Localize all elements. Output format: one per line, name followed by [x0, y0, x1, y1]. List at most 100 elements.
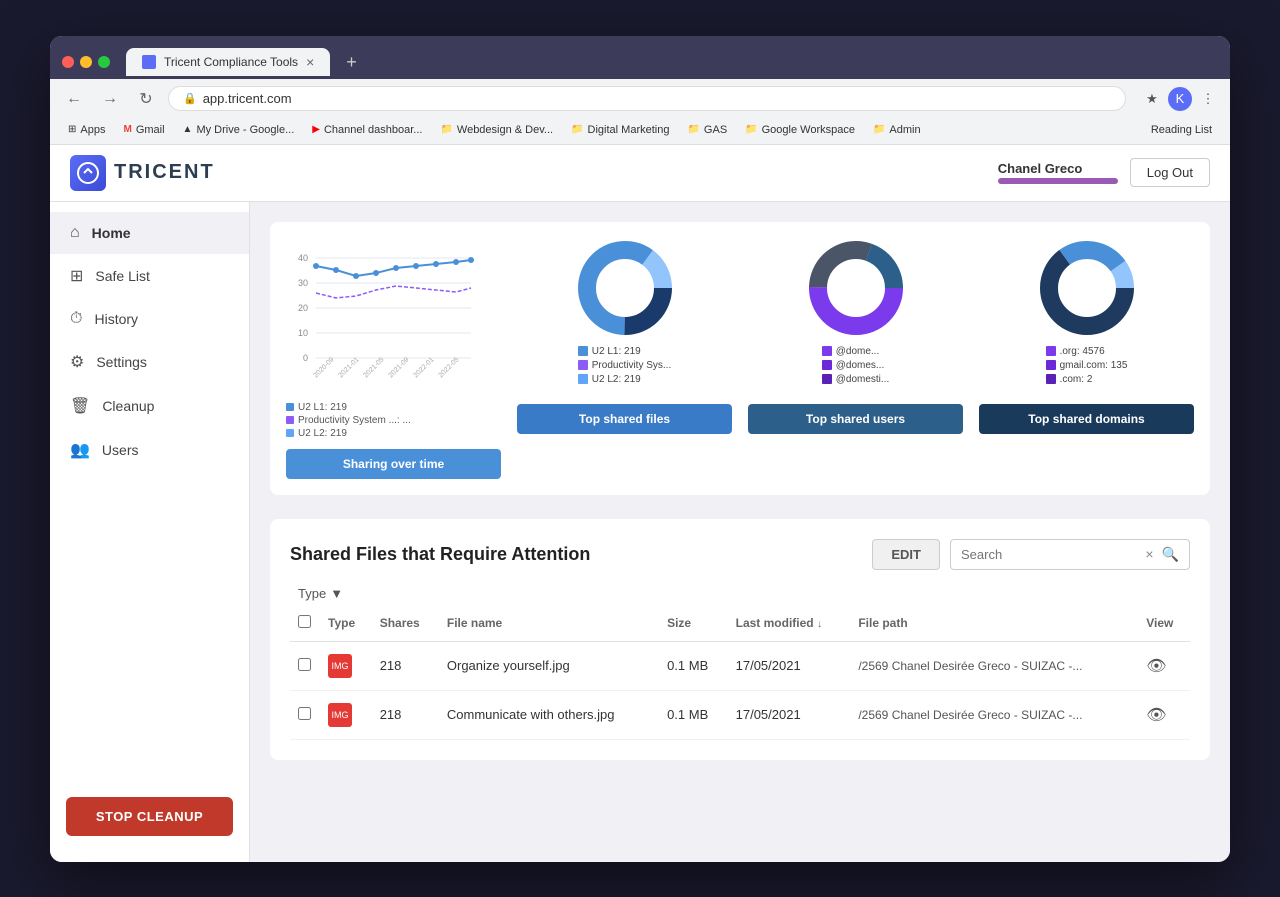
logout-button[interactable]: Log Out — [1130, 158, 1210, 187]
sidebar-item-settings[interactable]: ⚙ Settings — [50, 340, 249, 384]
type-filter[interactable]: Type ▼ — [290, 582, 1190, 605]
main-content: 40 30 20 10 0 — [250, 202, 1230, 862]
home-icon: ⌂ — [70, 224, 80, 242]
line-chart-container: 40 30 20 10 0 — [286, 238, 501, 479]
browser-tab[interactable]: Tricent Compliance Tools × — [126, 48, 330, 76]
bookmark-digitalmarketing[interactable]: 📁 Digital Marketing — [563, 122, 677, 138]
header-right: Chanel Greco Log Out — [998, 158, 1210, 187]
table-controls: EDIT × 🔍 — [872, 539, 1190, 570]
top-shared-users-button[interactable]: Top shared users — [748, 404, 963, 434]
traffic-light-green[interactable] — [98, 56, 110, 68]
edit-button[interactable]: EDIT — [872, 539, 940, 570]
view-button-1[interactable]: 👁 — [1146, 656, 1166, 676]
bookmarks-bar: ⊞ Apps M Gmail ▲ My Drive - Google... ▶ … — [50, 119, 1230, 145]
traffic-light-yellow[interactable] — [80, 56, 92, 68]
bookmark-icon[interactable]: ★ — [1140, 87, 1164, 111]
filename-2: Communicate with others.jpg — [439, 690, 659, 739]
bookmark-gmail[interactable]: M Gmail — [115, 122, 172, 138]
search-input[interactable] — [961, 547, 1137, 562]
lock-icon: 🔒 — [183, 92, 197, 105]
tab-title: Tricent Compliance Tools — [164, 55, 298, 69]
sidebar-item-safelist[interactable]: ⊞ Safe List — [50, 254, 249, 298]
sidebar-item-home[interactable]: ⌂ Home — [50, 212, 249, 254]
back-button[interactable]: ← — [60, 85, 88, 113]
sidebar-item-history[interactable]: ⏱ History — [50, 298, 249, 340]
files-legend: U2 L1: 219 Productivity Sys... U2 L2: 21… — [578, 346, 671, 388]
svg-text:0: 0 — [303, 353, 308, 363]
svg-text:2022-01: 2022-01 — [412, 356, 435, 379]
svg-text:2020-09: 2020-09 — [312, 356, 335, 379]
line-chart-legend: U2 L1: 219 Productivity System ...: ... … — [286, 402, 501, 439]
profile-icon[interactable]: K — [1168, 87, 1192, 111]
logo-icon — [70, 155, 106, 191]
col-shares: Shares — [372, 605, 439, 642]
sidebar-label-settings: Settings — [96, 354, 147, 370]
bookmark-mydrive[interactable]: ▲ My Drive - Google... — [175, 122, 303, 138]
table-row: IMG 218 Communicate with others.jpg 0.1 … — [290, 690, 1190, 739]
logo-text: TRICENT — [114, 161, 215, 184]
table-title: Shared Files that Require Attention — [290, 544, 590, 565]
shares-2: 218 — [372, 690, 439, 739]
new-tab-button[interactable]: + — [338, 46, 365, 79]
bookmark-googleworkspace[interactable]: 📁 Google Workspace — [737, 122, 863, 138]
svg-text:2021-09: 2021-09 — [387, 356, 410, 379]
file-type-icon-1: IMG — [328, 654, 352, 678]
sidebar-label-safelist: Safe List — [95, 268, 149, 284]
top-shared-files-button[interactable]: Top shared files — [517, 404, 732, 434]
view-button-2[interactable]: 👁 — [1146, 705, 1166, 725]
svg-text:20: 20 — [298, 303, 308, 313]
tab-favicon — [142, 55, 156, 69]
table-section: Shared Files that Require Attention EDIT… — [270, 519, 1210, 760]
sidebar-label-history: History — [94, 311, 138, 327]
refresh-button[interactable]: ↻ — [132, 85, 160, 113]
bookmark-apps[interactable]: ⊞ Apps — [60, 122, 113, 138]
select-all-checkbox[interactable] — [298, 615, 311, 628]
bookmark-webdesign[interactable]: 📁 Webdesign & Dev... — [432, 122, 561, 138]
menu-icon[interactable]: ⋮ — [1196, 87, 1220, 111]
bookmark-admin[interactable]: 📁 Admin — [865, 122, 929, 138]
col-size: Size — [659, 605, 728, 642]
stop-cleanup-button[interactable]: STOP CLEANUP — [66, 797, 233, 836]
svg-text:2021-05: 2021-05 — [362, 356, 385, 379]
col-filename: File name — [439, 605, 659, 642]
file-type-icon-2: IMG — [328, 703, 352, 727]
bookmark-readinglist[interactable]: Reading List — [1143, 122, 1220, 138]
tab-close-button[interactable]: × — [306, 54, 314, 70]
address-text: app.tricent.com — [203, 91, 292, 106]
col-view: View — [1138, 605, 1190, 642]
col-type: Type — [320, 605, 372, 642]
top-shared-users-container: @dome... @domes... @domesti... Top — [748, 238, 963, 434]
sidebar-item-users[interactable]: 👥 Users — [50, 428, 249, 472]
charts-row: 40 30 20 10 0 — [270, 222, 1210, 495]
sharing-over-time-button[interactable]: Sharing over time — [286, 449, 501, 479]
traffic-light-red[interactable] — [62, 56, 74, 68]
top-shared-domains-button[interactable]: Top shared domains — [979, 404, 1194, 434]
size-1: 0.1 MB — [659, 641, 728, 690]
forward-button[interactable]: → — [96, 85, 124, 113]
sidebar-bottom: STOP CLEANUP — [50, 781, 249, 852]
donut-chart-users — [806, 238, 906, 338]
sidebar-item-cleanup[interactable]: 🗑 Cleanup — [50, 384, 249, 428]
table-row: IMG 218 Organize yourself.jpg 0.1 MB 17/… — [290, 641, 1190, 690]
sidebar-label-users: Users — [102, 442, 139, 458]
filepath-1: /2569 Chanel Desirée Greco - SUIZAC -... — [850, 641, 1138, 690]
clear-search-icon[interactable]: × — [1145, 546, 1153, 562]
svg-text:2021-01: 2021-01 — [337, 356, 360, 379]
bookmark-channel[interactable]: ▶ Channel dashboar... — [304, 122, 430, 138]
svg-text:10: 10 — [298, 328, 308, 338]
apps-bm-icon: ⊞ — [68, 124, 76, 135]
size-2: 0.1 MB — [659, 690, 728, 739]
sidebar-label-cleanup: Cleanup — [102, 398, 154, 414]
col-modified: Last modified ↓ — [728, 605, 851, 642]
user-info: Chanel Greco — [998, 161, 1118, 184]
row-checkbox-2[interactable] — [298, 707, 311, 720]
col-filepath: File path — [850, 605, 1138, 642]
row-checkbox-1[interactable] — [298, 658, 311, 671]
address-bar[interactable]: 🔒 app.tricent.com — [168, 86, 1126, 111]
domains-legend: .org: 4576 gmail.com: 135 .com: 2 — [1046, 346, 1128, 388]
sidebar-label-home: Home — [92, 225, 131, 241]
type-filter-chevron-icon: ▼ — [330, 586, 343, 601]
bookmark-gas[interactable]: 📁 GAS — [679, 122, 735, 138]
line-chart-svg: 40 30 20 10 0 — [286, 238, 476, 393]
sort-icon: ↓ — [817, 619, 822, 630]
